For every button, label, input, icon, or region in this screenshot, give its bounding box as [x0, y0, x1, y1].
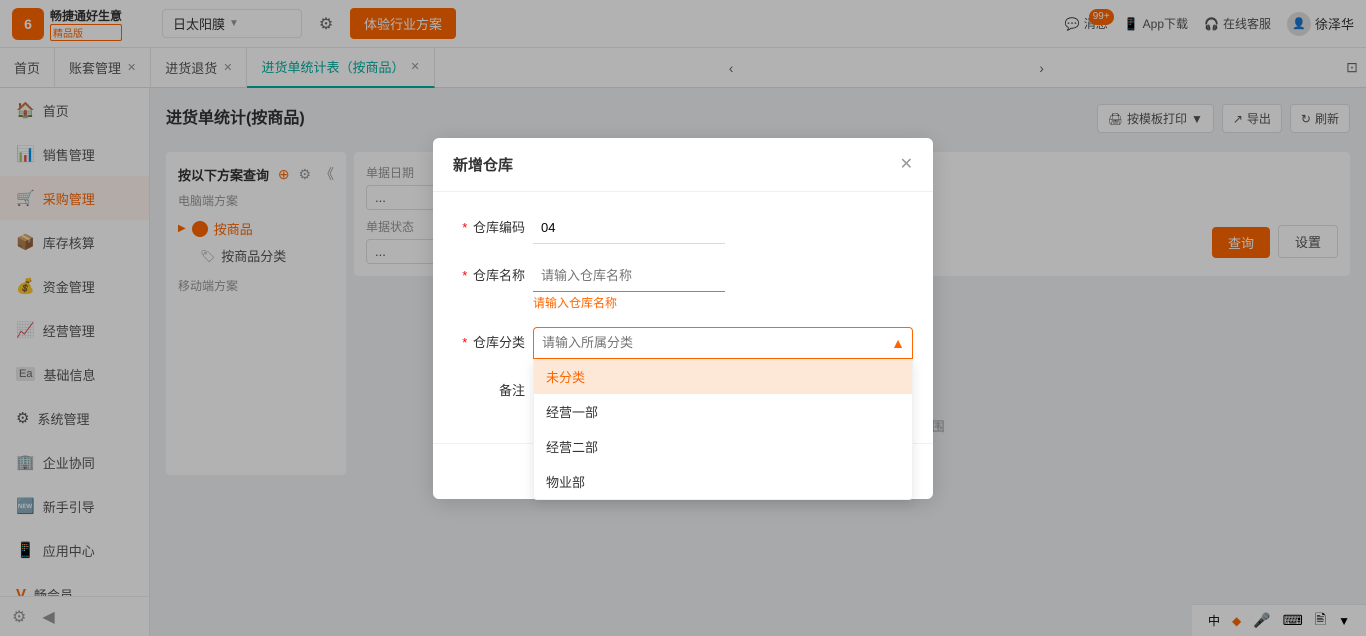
category-input[interactable]	[533, 327, 913, 359]
name-label: * 仓库名称	[453, 260, 533, 292]
modal-close-icon[interactable]: ✕	[900, 154, 913, 174]
category-dropdown: 未分类 经营一部 经营二部 物业部	[533, 359, 913, 500]
name-error-msg: 请输入仓库名称	[533, 294, 913, 311]
name-input-wrapper: 请输入仓库名称	[533, 260, 913, 311]
dropdown-item-dept3[interactable]: 物业部	[534, 464, 912, 499]
code-field-row: * 仓库编码	[453, 212, 913, 244]
modal-overlay: 新增仓库 ✕ * 仓库编码 * 仓库名称	[0, 0, 1366, 636]
notes-label: 备注	[453, 375, 533, 407]
modal-body: * 仓库编码 * 仓库名称 请输入仓库名称	[433, 192, 933, 443]
code-input-wrapper	[533, 212, 913, 244]
modal-title: 新增仓库	[453, 154, 513, 175]
category-select-wrapper: ▲ 未分类 经营一部 经营二部 物业部	[533, 327, 913, 359]
modal-header: 新增仓库 ✕	[433, 138, 933, 192]
code-label: * 仓库编码	[453, 212, 533, 244]
dropdown-item-dept1[interactable]: 经营一部	[534, 394, 912, 429]
dropdown-item-dept2[interactable]: 经营二部	[534, 429, 912, 464]
name-field-row: * 仓库名称 请输入仓库名称	[453, 260, 913, 311]
new-warehouse-modal: 新增仓库 ✕ * 仓库编码 * 仓库名称	[433, 138, 933, 499]
code-input[interactable]	[533, 212, 725, 244]
category-label: * 仓库分类	[453, 327, 533, 359]
name-input[interactable]	[533, 260, 725, 292]
category-field-row: * 仓库分类 ▲ 未分类 经营一部 经营二部 物业部	[453, 327, 913, 359]
dropdown-item-uncategorized[interactable]: 未分类	[534, 359, 912, 394]
